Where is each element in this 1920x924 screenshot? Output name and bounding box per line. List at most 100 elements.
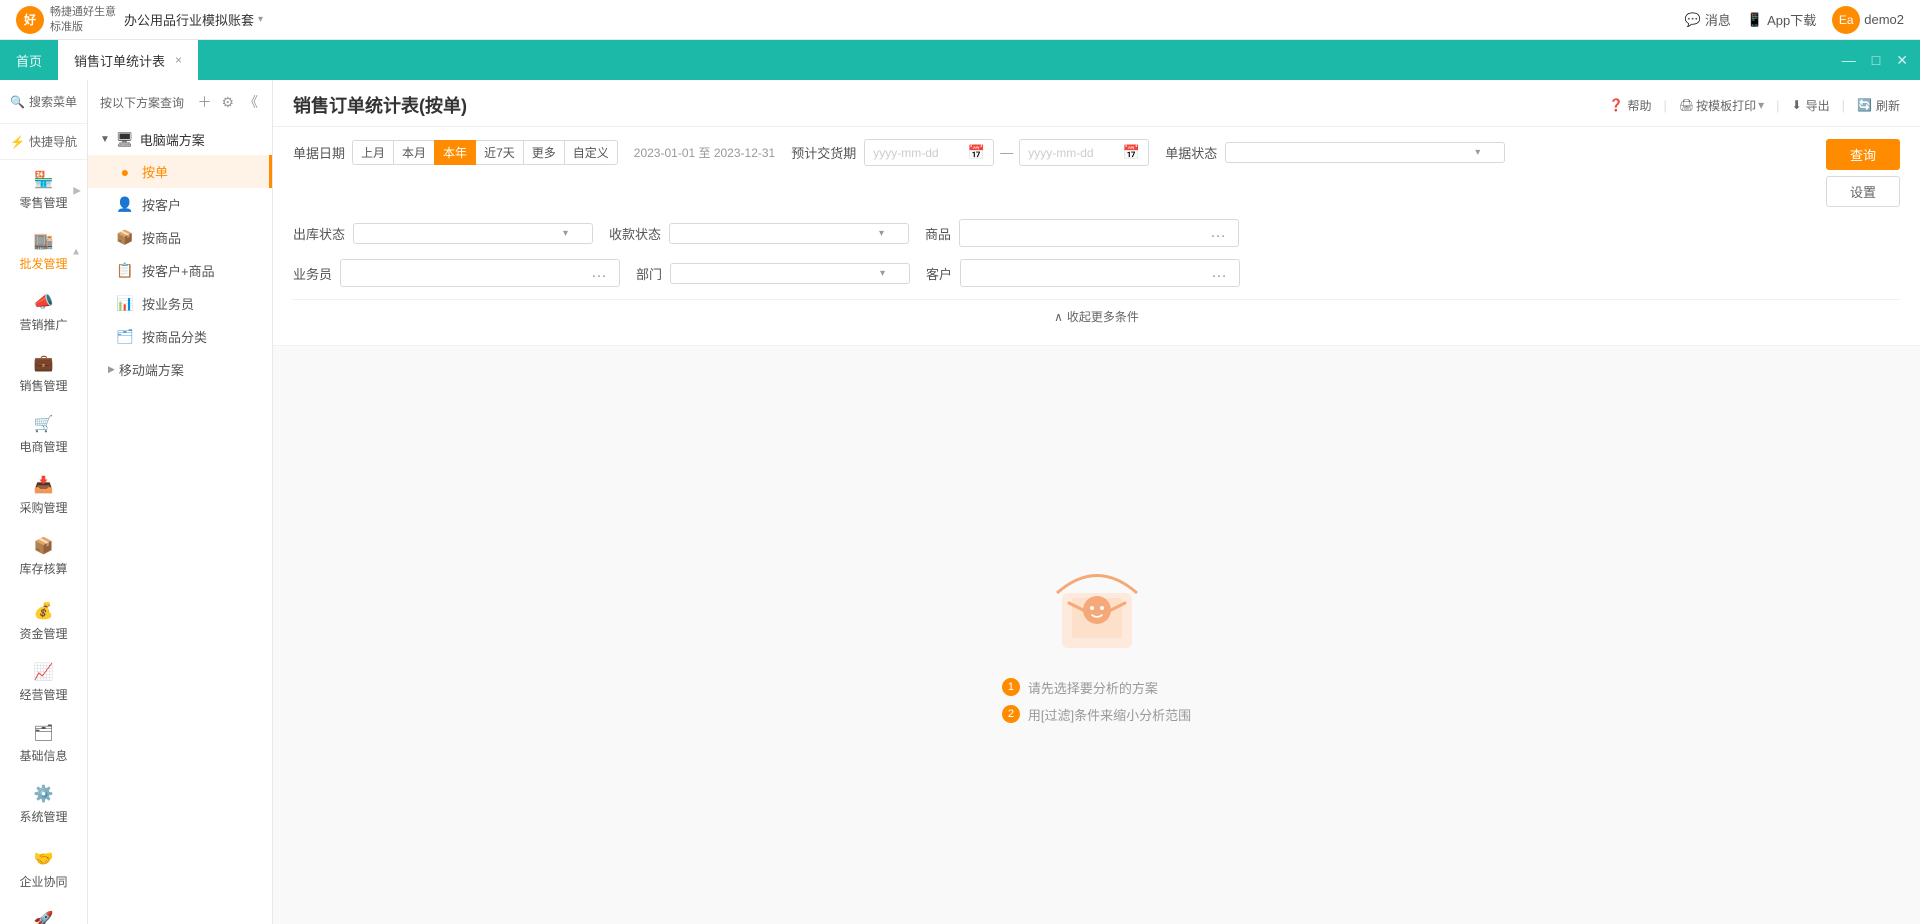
customer-input[interactable]: … [960, 259, 1240, 287]
scheme-group-mobile: ▶ 移动端方案 [88, 353, 272, 386]
date-filter-field: 单据日期 上月 本月 本年 近7天 更多 自定义 [293, 140, 618, 165]
scheme-item-by-goods-cat[interactable]: 🗂 按商品分类 [88, 320, 272, 353]
date-range-text: 2023-01-01 至 2023-12-31 [634, 144, 775, 161]
salesman-more-icon[interactable]: … [587, 264, 611, 282]
sidebar-item-purchase[interactable]: 📥 采购管理 [0, 465, 87, 526]
date-last-month-button[interactable]: 上月 [352, 140, 394, 165]
mobile-group-expand-icon: ▶ [108, 364, 115, 375]
topbar-right: 💬 消息 📱 App下载 Ea demo2 [1685, 6, 1904, 34]
collapse-filters-button[interactable]: ∧ 收起更多条件 [293, 299, 1900, 333]
date-more-button[interactable]: 更多 [523, 140, 565, 165]
newbie-icon: 🚀 [34, 910, 54, 924]
sidebar-item-wholesale[interactable]: 🏬 批发管理 ▲ [0, 221, 87, 282]
tabbar: 首页 销售订单统计表 × — □ ✕ [0, 40, 1920, 80]
step2-num: 2 [1002, 705, 1020, 723]
page-header-actions: ❓ 帮助 | 🖨 按模板打印 ▾ | ⬇ 导出 | [1609, 97, 1900, 114]
sidebar-item-sales[interactable]: 💼 销售管理 [0, 343, 87, 404]
download-icon: 📱 [1747, 12, 1763, 28]
message-button[interactable]: 💬 消息 [1685, 10, 1731, 29]
sidebar-item-marketing[interactable]: 📣 营销推广 [0, 282, 87, 343]
customer-more-icon[interactable]: … [1207, 264, 1231, 282]
date-this-month-button[interactable]: 本月 [393, 140, 435, 165]
expected-start-date-input[interactable]: yyyy-mm-dd 📅 [864, 139, 994, 166]
delivery-status-dropdown-icon: ▾ [563, 228, 568, 239]
scheme-collapse-button[interactable]: 《 [242, 90, 260, 114]
sidebar-item-finance[interactable]: 💰 资金管理 [0, 591, 87, 652]
scheme-item-by-order[interactable]: ● 按单 [88, 155, 272, 188]
doc-status-field: 单据状态 ▾ [1165, 142, 1505, 163]
inventory-icon: 📦 [34, 536, 54, 556]
sidebar-item-operations[interactable]: 📈 经营管理 [0, 652, 87, 713]
settings-button[interactable]: 设置 [1826, 176, 1900, 207]
scheme-panel: 按以下方案查询 ＋ ⚙ 《 ▼ 🖥 电脑端方案 ● 按单 [88, 80, 273, 924]
window-minimize-button[interactable]: — [1838, 48, 1860, 72]
app-download-button[interactable]: 📱 App下载 [1747, 10, 1816, 29]
empty-step-1: 1 请先选择要分析的方案 [1002, 678, 1191, 697]
search-menu-button[interactable]: 🔍 搜索菜单 [8, 88, 79, 115]
scheme-item-by-salesman[interactable]: 📊 按业务员 [88, 287, 272, 320]
payment-status-select[interactable]: ▾ [669, 223, 909, 244]
window-maximize-button[interactable]: □ [1868, 48, 1884, 72]
expand-icon: ▲ [71, 246, 81, 257]
logo-area: 好 畅捷通好生意 标准版 [16, 5, 116, 34]
sidebar-item-retail[interactable]: 🏪 零售管理 ▶ [0, 160, 87, 221]
doc-status-select[interactable]: ▾ [1225, 142, 1505, 163]
desktop-icon: 🖥 [116, 131, 134, 148]
window-close-button[interactable]: ✕ [1892, 48, 1912, 73]
dept-select[interactable]: ▾ [670, 263, 910, 284]
sales-icon: 💼 [34, 353, 54, 373]
avatar: Ea [1832, 6, 1860, 34]
sidebar-item-newbie[interactable]: 🚀 新手引导 [0, 900, 87, 924]
main-panel: 销售订单统计表(按单) ❓ 帮助 | 🖨 按模板打印 ▾ | ⬇ [273, 80, 1920, 924]
print-icon: 🖨 [1679, 98, 1694, 112]
tab-sales-order-stats[interactable]: 销售订单统计表 × [58, 40, 198, 80]
marketing-icon: 📣 [34, 292, 54, 312]
sidebar-item-inventory[interactable]: 📦 库存核算 [0, 526, 87, 587]
scheme-group-mobile-header[interactable]: ▶ 移动端方案 [88, 353, 272, 386]
empty-step-2: 2 用[过滤]条件来缩小分析范围 [1002, 705, 1191, 724]
salesman-scheme-icon: 📊 [116, 295, 134, 312]
scheme-item-by-customer[interactable]: 👤 按客户 [88, 188, 272, 221]
export-icon: ⬇ [1792, 98, 1802, 112]
sidebar-item-system[interactable]: ⚙️ 系统管理 [0, 774, 87, 835]
date-custom-button[interactable]: 自定义 [564, 140, 618, 165]
filter-row-2: 出库状态 ▾ 收款状态 ▾ 商品 [293, 219, 1900, 247]
logo-text: 畅捷通好生意 标准版 [50, 5, 116, 34]
sidebar-item-ecommerce[interactable]: 🛒 电商管理 [0, 404, 87, 465]
tab-home[interactable]: 首页 [0, 40, 58, 80]
scheme-item-by-cust-goods[interactable]: 📋 按客户+商品 [88, 254, 272, 287]
calendar-end-icon: 📅 [1123, 144, 1140, 161]
sidebar-item-basic[interactable]: 🗂 基础信息 [0, 713, 87, 774]
query-button[interactable]: 查询 [1826, 139, 1900, 170]
message-icon: 💬 [1685, 12, 1701, 28]
step1-num: 1 [1002, 678, 1020, 696]
print-button[interactable]: 🖨 按模板打印 ▾ [1679, 97, 1764, 114]
date-this-year-button[interactable]: 本年 [434, 140, 476, 165]
cust-goods-scheme-icon: 📋 [116, 262, 134, 279]
goods-input[interactable]: … [959, 219, 1239, 247]
quick-nav-button[interactable]: ⚡ 快捷导航 [0, 128, 87, 155]
salesman-input[interactable]: … [340, 259, 620, 287]
customer-filter-field: 客户 … [926, 259, 1240, 287]
scheme-item-by-goods[interactable]: 📦 按商品 [88, 221, 272, 254]
empty-state: 1 请先选择要分析的方案 2 用[过滤]条件来缩小分析范围 [273, 346, 1920, 924]
tab-close-icon[interactable]: × [175, 53, 182, 67]
scheme-group-desktop: ▼ 🖥 电脑端方案 ● 按单 👤 按客户 📦 按商品 [88, 124, 272, 353]
workspace-title[interactable]: 办公用品行业模拟账套 ▾ [124, 10, 263, 29]
empty-steps-list: 1 请先选择要分析的方案 2 用[过滤]条件来缩小分析范围 [1002, 678, 1191, 732]
scheme-settings-button[interactable]: ⚙ [219, 90, 236, 114]
expected-end-date-input[interactable]: yyyy-mm-dd 📅 [1019, 139, 1149, 166]
scheme-add-button[interactable]: ＋ [195, 90, 213, 114]
date-quick-buttons: 上月 本月 本年 近7天 更多 自定义 [353, 140, 618, 165]
help-button[interactable]: ❓ 帮助 [1609, 97, 1652, 114]
delivery-status-select[interactable]: ▾ [353, 223, 593, 244]
export-button[interactable]: ⬇ 导出 [1792, 97, 1830, 114]
goods-more-icon[interactable]: … [1206, 224, 1230, 242]
date-input-group: yyyy-mm-dd 📅 — yyyy-mm-dd 📅 [864, 139, 1149, 166]
scheme-group-desktop-header[interactable]: ▼ 🖥 电脑端方案 [88, 124, 272, 155]
refresh-button[interactable]: 🔄 刷新 [1857, 97, 1900, 114]
ecommerce-icon: 🛒 [34, 414, 54, 434]
user-profile[interactable]: Ea demo2 [1832, 6, 1904, 34]
date-last7-button[interactable]: 近7天 [475, 140, 524, 165]
sidebar-item-corp[interactable]: 🤝 企业协同 [0, 839, 87, 900]
